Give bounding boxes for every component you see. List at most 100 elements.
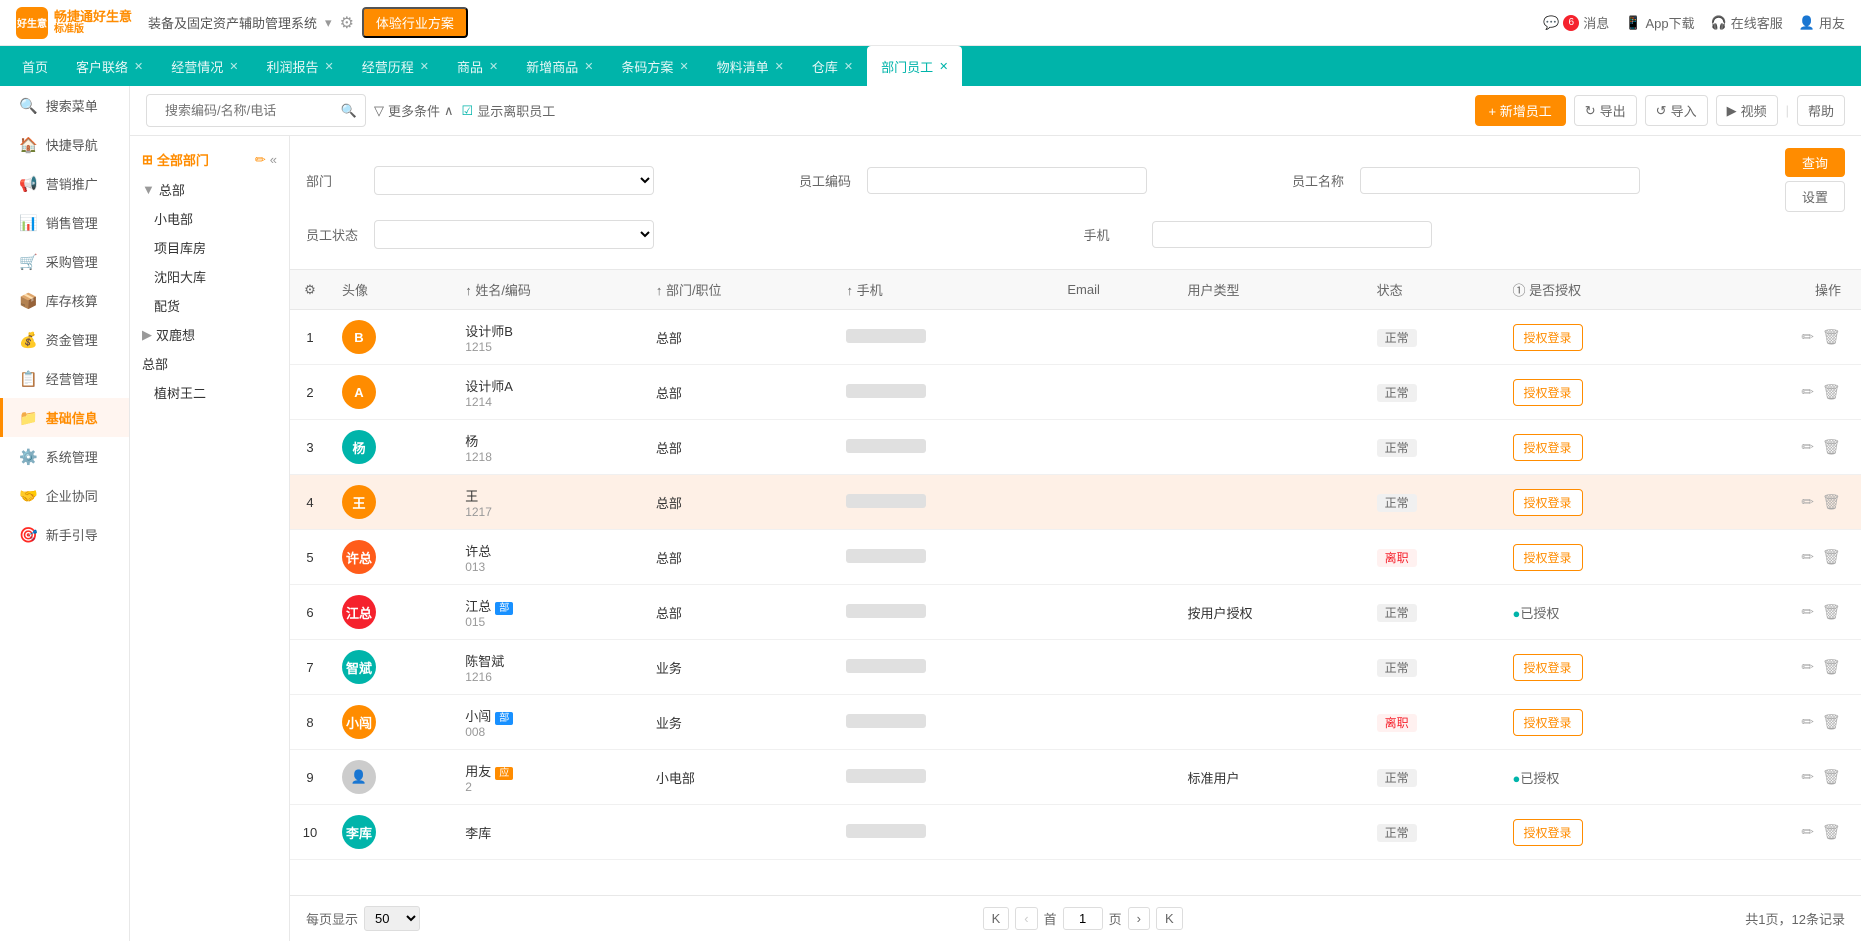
close-history-icon[interactable]: ✕ <box>420 60 429 73</box>
edit-button[interactable]: ✏ <box>1797 713 1818 731</box>
sidebar-item-guide[interactable]: 🎯 新手引导 <box>0 515 129 554</box>
last-page-button[interactable]: K <box>1156 907 1183 930</box>
close-warehouse-icon[interactable]: ✕ <box>844 60 853 73</box>
tab-home[interactable]: 首页 <box>8 46 62 86</box>
close-bom-icon[interactable]: ✕ <box>775 60 784 73</box>
import-button[interactable]: ↺ 导入 <box>1645 95 1708 126</box>
delete-button[interactable]: 🗑 <box>1818 713 1845 731</box>
close-new-goods-icon[interactable]: ✕ <box>584 60 593 73</box>
delete-button[interactable]: 🗑 <box>1818 383 1845 401</box>
delete-button[interactable]: 🗑 <box>1818 328 1845 346</box>
auth-button[interactable]: 授权登录 <box>1513 324 1583 351</box>
edit-button[interactable]: ✏ <box>1797 383 1818 401</box>
help-button[interactable]: 帮助 <box>1797 95 1845 126</box>
tab-new-goods[interactable]: 新增商品✕ <box>512 46 607 86</box>
close-profit-icon[interactable]: ✕ <box>325 60 334 73</box>
tree-node-zongbu2[interactable]: 总部 <box>130 349 289 378</box>
sidebar-item-inventory[interactable]: 📦 库存核算 <box>0 281 129 320</box>
close-goods-icon[interactable]: ✕ <box>489 60 498 73</box>
next-page-button[interactable]: › <box>1128 907 1150 930</box>
auth-button[interactable]: 授权登录 <box>1513 544 1583 571</box>
dept-select[interactable] <box>374 166 654 195</box>
edit-button[interactable]: ✏ <box>1797 768 1818 786</box>
sidebar-item-finance[interactable]: 💰 资金管理 <box>0 320 129 359</box>
show-archive-toggle[interactable]: ☑ 显示离职员工 <box>462 101 556 120</box>
auth-button[interactable]: 授权登录 <box>1513 434 1583 461</box>
close-operation-icon[interactable]: ✕ <box>229 60 238 73</box>
tree-node-xiaodian[interactable]: 小电部 <box>130 204 289 233</box>
app-download-item[interactable]: 📱 App下载 <box>1625 13 1694 32</box>
delete-button[interactable]: 🗑 <box>1818 658 1845 676</box>
th-name[interactable]: ↑ 姓名/编码 <box>453 270 644 310</box>
name-input[interactable] <box>1360 167 1640 194</box>
auth-button[interactable]: 授权登录 <box>1513 489 1583 516</box>
delete-button[interactable]: 🗑 <box>1818 823 1845 841</box>
tree-node-shenyang[interactable]: 沈阳大库 <box>130 262 289 291</box>
tab-goods[interactable]: 商品✕ <box>443 46 512 86</box>
auth-button[interactable]: 授权登录 <box>1513 379 1583 406</box>
tab-profit[interactable]: 利润报告✕ <box>252 46 347 86</box>
gear-settings[interactable]: ⚙ <box>340 13 354 33</box>
message-item[interactable]: 💬 6 消息 <box>1543 13 1609 32</box>
view-button[interactable]: ▶ 视频 <box>1716 95 1778 126</box>
page-input[interactable] <box>1063 907 1103 930</box>
search-input[interactable] <box>155 98 337 123</box>
sidebar-item-biz[interactable]: 📋 经营管理 <box>0 359 129 398</box>
delete-button[interactable]: 🗑 <box>1818 438 1845 456</box>
edit-button[interactable]: ✏ <box>1797 548 1818 566</box>
export-button[interactable]: ↻ 导出 <box>1574 95 1637 126</box>
status-select[interactable] <box>374 220 654 249</box>
edit-button[interactable]: ✏ <box>1797 493 1818 511</box>
edit-button[interactable]: ✏ <box>1797 823 1818 841</box>
th-dept[interactable]: ↑ 部门/职位 <box>644 270 835 310</box>
tree-node-shuanglu[interactable]: ▶ 双鹿想 <box>130 320 289 349</box>
edit-button[interactable]: ✏ <box>1797 658 1818 676</box>
delete-button[interactable]: 🗑 <box>1818 603 1845 621</box>
edit-dept-icon[interactable]: ✏ <box>255 152 266 168</box>
close-customer-icon[interactable]: ✕ <box>134 60 143 73</box>
tree-node-project[interactable]: 项目库房 <box>130 233 289 262</box>
query-button[interactable]: 查询 <box>1785 148 1845 177</box>
th-phone[interactable]: ↑ 手机 <box>834 270 1055 310</box>
search-bar[interactable]: 🔍 <box>146 94 366 127</box>
sidebar-item-collab[interactable]: 🤝 企业协同 <box>0 476 129 515</box>
tree-node-peihuo[interactable]: 配货 <box>130 291 289 320</box>
tab-barcode[interactable]: 条码方案✕ <box>607 46 702 86</box>
close-employee-icon[interactable]: ✕ <box>939 60 948 73</box>
edit-button[interactable]: ✏ <box>1797 328 1818 346</box>
sidebar-item-quicknav[interactable]: 🏠 快捷导航 <box>0 125 129 164</box>
edit-button[interactable]: ✏ <box>1797 438 1818 456</box>
sidebar-item-marketing[interactable]: 📢 营销推广 <box>0 164 129 203</box>
sidebar-item-purchase[interactable]: 🛒 采购管理 <box>0 242 129 281</box>
close-barcode-icon[interactable]: ✕ <box>679 60 688 73</box>
delete-button[interactable]: 🗑 <box>1818 548 1845 566</box>
collapse-icon[interactable]: « <box>270 152 277 168</box>
tab-history[interactable]: 经营历程✕ <box>348 46 443 86</box>
tab-warehouse[interactable]: 仓库✕ <box>798 46 867 86</box>
sidebar-item-sales[interactable]: 📊 销售管理 <box>0 203 129 242</box>
sidebar-item-basic[interactable]: 📁 基础信息 <box>0 398 129 437</box>
phone-input[interactable] <box>1152 221 1432 248</box>
auth-button[interactable]: 授权登录 <box>1513 709 1583 736</box>
tree-node-zhishu[interactable]: 植树王二 <box>130 378 289 407</box>
first-page-button[interactable]: K <box>983 907 1010 930</box>
tab-employee[interactable]: 部门员工✕ <box>867 46 962 86</box>
online-service-item[interactable]: 🎧 在线客服 <box>1711 13 1783 32</box>
th-settings[interactable]: ⚙ <box>290 270 330 310</box>
tab-bom[interactable]: 物料清单✕ <box>703 46 798 86</box>
tab-customer[interactable]: 客户联络✕ <box>62 46 157 86</box>
delete-button[interactable]: 🗑 <box>1818 493 1845 511</box>
edit-button[interactable]: ✏ <box>1797 603 1818 621</box>
sidebar-item-search[interactable]: 🔍 搜索菜单 <box>0 86 129 125</box>
delete-button[interactable]: 🗑 <box>1818 768 1845 786</box>
per-page-select[interactable]: 50 100 <box>364 906 420 931</box>
auth-button[interactable]: 授权登录 <box>1513 819 1583 846</box>
sidebar-item-system[interactable]: ⚙️ 系统管理 <box>0 437 129 476</box>
tree-node-zongbu-parent[interactable]: ▼ 总部 <box>130 175 289 204</box>
user-item[interactable]: 👤 用友 <box>1799 13 1845 32</box>
prev-page-button[interactable]: ‹ <box>1015 907 1037 930</box>
tab-operation[interactable]: 经营情况✕ <box>157 46 252 86</box>
add-employee-button[interactable]: + 新增员工 <box>1475 95 1566 126</box>
set-button[interactable]: 设置 <box>1785 181 1845 212</box>
trial-button[interactable]: 体验行业方案 <box>362 7 468 38</box>
